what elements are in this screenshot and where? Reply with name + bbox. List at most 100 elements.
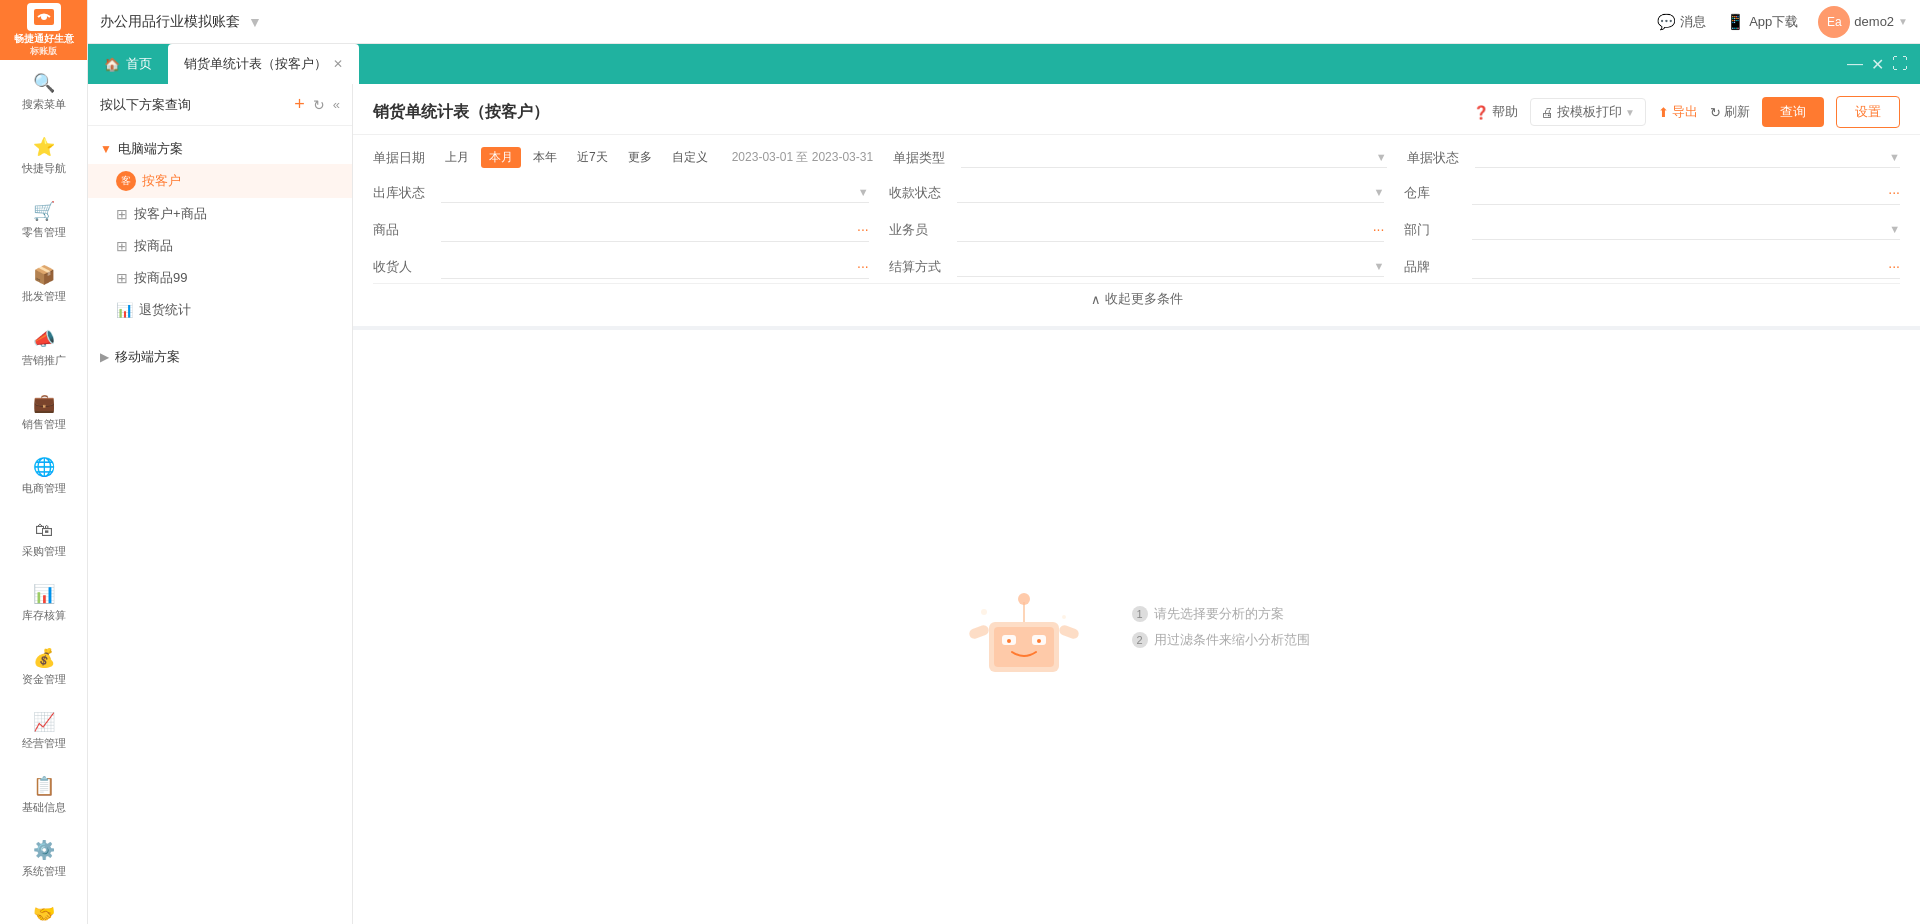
doc-type-select[interactable]: ▼	[961, 147, 1386, 168]
salesperson-input[interactable]: ···	[957, 217, 1385, 242]
date-range-text: 2023-03-01 至 2023-03-31	[732, 149, 873, 166]
tree-group-mobile[interactable]: ▶ 移动端方案	[88, 342, 352, 372]
receiver-input[interactable]: ···	[441, 254, 869, 279]
sidebar-item-search[interactable]: 🔍 搜索菜单	[0, 60, 87, 124]
goods-group: 商品 ···	[373, 217, 869, 242]
add-scheme-btn[interactable]: +	[294, 94, 305, 115]
sidebar-item-inventory[interactable]: 📊 库存核算	[0, 571, 87, 635]
tree-group-desktop-label: 电脑端方案	[118, 140, 183, 158]
doc-status-select[interactable]: ▼	[1475, 147, 1900, 168]
chevron-right-icon: ▶	[100, 350, 109, 364]
sidebar-item-sales[interactable]: 💼 销售管理	[0, 380, 87, 444]
date-filter-group: 单据日期 上月 本月 本年 近7天 更多 自定义 2023-03-01 至 20…	[373, 147, 873, 168]
tree-item-by-customer-goods[interactable]: ⊞ 按客户+商品	[88, 198, 352, 230]
print-icon: 🖨	[1541, 105, 1554, 120]
refresh-scheme-btn[interactable]: ↻	[313, 97, 325, 113]
brand-ellipsis-icon[interactable]: ···	[1888, 258, 1900, 274]
sidebar-item-marketing[interactable]: 📣 营销推广	[0, 316, 87, 380]
help-icon: ❓	[1473, 105, 1489, 120]
sidebar-label-purchase: 采购管理	[22, 544, 66, 559]
tree-item-return-stats[interactable]: 📊 退货统计	[88, 294, 352, 326]
out-status-label: 出库状态	[373, 184, 433, 202]
settlement-select[interactable]: ▼	[957, 256, 1385, 277]
app-download-btn[interactable]: 📱 App下载	[1726, 13, 1798, 31]
date-tab-this-month[interactable]: 本月	[481, 147, 521, 168]
system-icon: ⚙️	[33, 839, 55, 861]
window-maximize-icon[interactable]: ⛶	[1892, 55, 1908, 73]
goods-label: 商品	[373, 221, 433, 239]
sidebar-item-system[interactable]: ⚙️ 系统管理	[0, 827, 87, 891]
date-tab-custom[interactable]: 自定义	[664, 147, 716, 168]
receiver-ellipsis-icon[interactable]: ···	[857, 258, 869, 274]
sidebar-label-system: 系统管理	[22, 864, 66, 879]
tree-group-mobile-label: 移动端方案	[115, 348, 180, 366]
sidebar-item-finance[interactable]: 💰 资金管理	[0, 635, 87, 699]
tab-home[interactable]: 🏠 首页	[88, 44, 168, 84]
message-btn[interactable]: 💬 消息	[1657, 13, 1706, 31]
sidebar-item-purchase[interactable]: 🛍 采购管理	[0, 508, 87, 571]
template-print-btn[interactable]: 🖨 按模板打印 ▼	[1530, 98, 1646, 126]
filter-row-2: 出库状态 ▼ 收款状态 ▼ 仓库 ···	[373, 180, 1900, 205]
receipt-status-group: 收款状态 ▼	[889, 182, 1385, 203]
receipt-status-select[interactable]: ▼	[957, 182, 1385, 203]
date-tab-7days[interactable]: 近7天	[569, 147, 616, 168]
warehouse-input[interactable]: ···	[1472, 180, 1900, 205]
sidebar-item-quick-nav[interactable]: ⭐ 快捷导航	[0, 124, 87, 188]
message-label: 消息	[1680, 13, 1706, 31]
tab-sales-stats[interactable]: 销货单统计表（按客户） ✕	[168, 44, 359, 84]
chevron-down-icon: ▼	[100, 142, 112, 156]
ecommerce-icon: 🌐	[33, 456, 55, 478]
settings-button[interactable]: 设置	[1836, 96, 1900, 128]
collapse-more-btn[interactable]: ∧ 收起更多条件	[373, 283, 1900, 314]
sidebar-item-ecommerce[interactable]: 🌐 电商管理	[0, 444, 87, 508]
department-select[interactable]: ▼	[1472, 219, 1900, 240]
goods-input[interactable]: ···	[441, 217, 869, 242]
refresh-icon: ↻	[1710, 105, 1721, 120]
sidebar-label-quick-nav: 快捷导航	[22, 161, 66, 176]
refresh-btn[interactable]: ↻ 刷新	[1710, 103, 1750, 121]
salesperson-group: 业务员 ···	[889, 217, 1385, 242]
goods-ellipsis-icon[interactable]: ···	[857, 221, 869, 237]
brand-input[interactable]: ···	[1472, 254, 1900, 279]
sidebar-item-retail[interactable]: 🛒 零售管理	[0, 188, 87, 252]
salesperson-ellipsis-icon[interactable]: ···	[1373, 221, 1385, 237]
tree-item-by-customer-label: 按客户	[142, 172, 181, 190]
department-group: 部门 ▼	[1404, 219, 1900, 240]
sidebar-item-wholesale[interactable]: 📦 批发管理	[0, 252, 87, 316]
export-btn[interactable]: ⬆ 导出	[1658, 103, 1698, 121]
tree-group-desktop[interactable]: ▼ 电脑端方案	[88, 134, 352, 164]
header-right: 💬 消息 📱 App下载 Ea demo2 ▼	[1657, 6, 1908, 38]
doc-type-group: 单据类型 ▼	[893, 147, 1386, 168]
logo-icon	[27, 3, 61, 31]
sidebar-label-search: 搜索菜单	[22, 97, 66, 112]
app-download-icon: 📱	[1726, 13, 1745, 31]
collapse-panel-btn[interactable]: «	[333, 97, 340, 112]
message-icon: 💬	[1657, 13, 1676, 31]
purchase-icon: 🛍	[35, 520, 53, 541]
user-menu[interactable]: Ea demo2 ▼	[1818, 6, 1908, 38]
tab-close-icon[interactable]: ✕	[333, 57, 343, 71]
query-button[interactable]: 查询	[1762, 97, 1824, 127]
basic-info-icon: 📋	[33, 775, 55, 797]
sidebar-item-basic-info[interactable]: 📋 基础信息	[0, 763, 87, 827]
customer-goods-chart-icon: ⊞	[116, 206, 128, 222]
date-tab-this-year[interactable]: 本年	[525, 147, 565, 168]
out-status-select[interactable]: ▼	[441, 182, 869, 203]
svg-rect-9	[1057, 624, 1079, 640]
window-close-icon[interactable]: ✕	[1871, 55, 1884, 74]
warehouse-ellipsis-icon[interactable]: ···	[1888, 184, 1900, 200]
return-stats-chart-icon: 📊	[116, 302, 133, 318]
tree-item-by-customer[interactable]: 客 按客户	[88, 164, 352, 198]
filter-row-3: 商品 ··· 业务员 ··· 部门 ▼	[373, 217, 1900, 242]
sidebar-item-operations[interactable]: 📈 经营管理	[0, 699, 87, 763]
window-minimize-icon[interactable]: —	[1847, 55, 1863, 73]
date-tab-more[interactable]: 更多	[620, 147, 660, 168]
dropdown-arrow-icon[interactable]: ▼	[248, 14, 262, 30]
tree-item-by-goods99[interactable]: ⊞ 按商品99	[88, 262, 352, 294]
tree-item-by-goods[interactable]: ⊞ 按商品	[88, 230, 352, 262]
sidebar-item-cooperation[interactable]: 🤝 企业协同	[0, 891, 87, 924]
date-tab-last-month[interactable]: 上月	[437, 147, 477, 168]
filter-area: 单据日期 上月 本月 本年 近7天 更多 自定义 2023-03-01 至 20…	[353, 135, 1920, 326]
help-btn[interactable]: ❓ 帮助	[1473, 103, 1518, 121]
content-area: 按以下方案查询 + ↻ « ▼ 电脑端方案 客 按客户 ⊞ 按客	[88, 84, 1920, 924]
